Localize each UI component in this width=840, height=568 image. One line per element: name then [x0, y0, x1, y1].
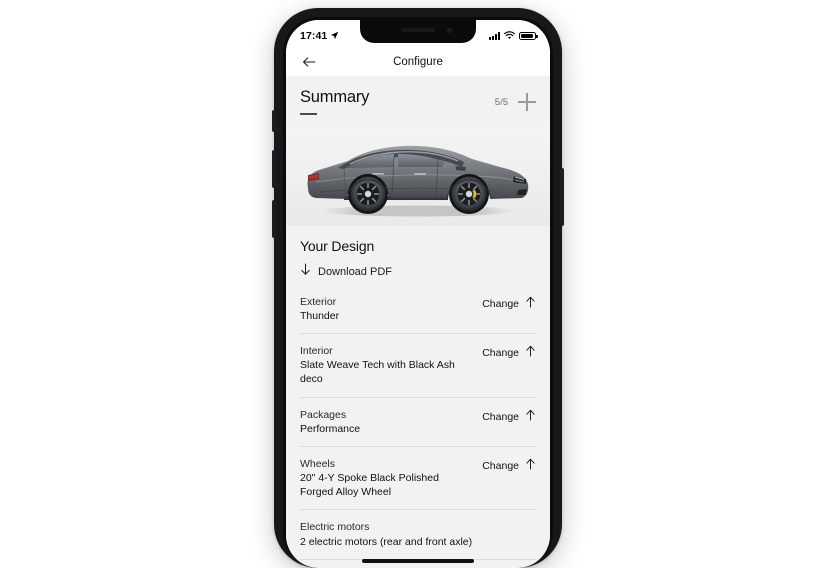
summary-title: Summary	[300, 88, 370, 106]
plus-icon[interactable]	[518, 93, 536, 111]
wifi-icon	[504, 27, 515, 45]
spec-list: Exterior Thunder Change Interior Slate W…	[286, 291, 550, 568]
arrow-up-icon	[525, 295, 536, 313]
status-bar-left: 17:41	[300, 27, 339, 45]
spec-text: Wheels 20" 4-Y Spoke Black Polished Forg…	[300, 457, 474, 500]
arrow-up-icon	[525, 408, 536, 426]
spec-value: 2 electric motors (rear and front axle)	[300, 535, 473, 548]
spec-label: Wheels	[300, 457, 336, 470]
page-title: Configure	[393, 55, 443, 68]
spec-text: Packages Performance	[300, 408, 360, 436]
polestar-car-illustration	[307, 145, 529, 217]
spec-row-packages[interactable]: Packages Performance Change	[300, 396, 536, 446]
spec-value: Performance	[300, 422, 361, 435]
spec-row-electric-motors: Electric motors 2 electric motors (rear …	[300, 509, 536, 558]
download-pdf-link[interactable]: Download PDF	[300, 263, 536, 281]
spec-label: Exterior	[300, 295, 337, 308]
download-pdf-label: Download PDF	[318, 265, 392, 278]
earpiece-speaker-icon	[401, 28, 435, 32]
spec-label: Packages	[300, 408, 347, 421]
page-canvas: 17:41 Configure Summary 5/5 Your Design …	[0, 0, 840, 568]
spec-text: Exterior Thunder	[300, 295, 339, 323]
cellular-signal-icon	[489, 32, 500, 40]
your-design-title: Your Design	[300, 237, 375, 254]
scroll-content[interactable]: Summary 5/5 Your Design Download PDF Ext…	[286, 76, 550, 568]
vehicle-hero-image	[286, 125, 550, 226]
status-bar-right	[489, 27, 538, 45]
spec-row-exterior[interactable]: Exterior Thunder Change	[300, 291, 536, 333]
silent-switch-button[interactable]	[272, 110, 276, 132]
summary-header: Summary 5/5	[286, 76, 550, 115]
change-label: Change	[482, 347, 519, 360]
spec-label: Interior	[300, 345, 333, 358]
change-button[interactable]: Change	[482, 344, 536, 362]
spec-text: Electric motors 2 electric motors (rear …	[300, 520, 472, 548]
spec-value: 20" 4-Y Spoke Black Polished Forged Allo…	[300, 472, 439, 499]
back-arrow-icon[interactable]	[296, 49, 322, 75]
battery-icon	[519, 31, 538, 41]
spec-row-interior[interactable]: Interior Slate Weave Tech with Black Ash…	[300, 333, 536, 397]
volume-down-button[interactable]	[272, 200, 276, 238]
spec-value: Thunder	[300, 309, 340, 322]
arrow-up-icon	[525, 344, 536, 362]
spec-label: Electric motors	[300, 521, 370, 534]
front-camera-icon	[447, 28, 452, 33]
change-button[interactable]: Change	[482, 295, 536, 313]
step-counter: 5/5	[494, 96, 508, 108]
power-button[interactable]	[560, 168, 564, 226]
change-label: Change	[482, 410, 519, 423]
location-arrow-icon	[330, 27, 339, 45]
display-notch	[360, 20, 476, 43]
spec-text: Interior Slate Weave Tech with Black Ash…	[300, 344, 474, 387]
change-label: Change	[482, 459, 519, 472]
arrow-up-icon	[525, 457, 536, 475]
device-bezel: 17:41 Configure Summary 5/5 Your Design …	[283, 17, 553, 568]
summary-header-actions: 5/5	[495, 88, 536, 111]
spec-row-wheels[interactable]: Wheels 20" 4-Y Spoke Black Polished Forg…	[300, 445, 536, 510]
phone-screen: 17:41 Configure Summary 5/5 Your Design …	[286, 20, 550, 568]
change-button[interactable]: Change	[482, 408, 536, 426]
status-bar-time: 17:41	[300, 30, 328, 42]
summary-title-group: Summary	[300, 88, 369, 115]
summary-underline	[300, 113, 317, 115]
change-button[interactable]: Change	[482, 457, 536, 475]
navigation-bar: Configure	[286, 47, 550, 76]
change-label: Change	[482, 297, 519, 310]
your-design-section: Your Design Download PDF	[286, 226, 550, 281]
spec-value: Slate Weave Tech with Black Ash deco	[300, 359, 455, 386]
download-arrow-icon	[300, 263, 311, 281]
volume-up-button[interactable]	[272, 150, 276, 188]
phone-device-frame: 17:41 Configure Summary 5/5 Your Design …	[272, 8, 564, 568]
